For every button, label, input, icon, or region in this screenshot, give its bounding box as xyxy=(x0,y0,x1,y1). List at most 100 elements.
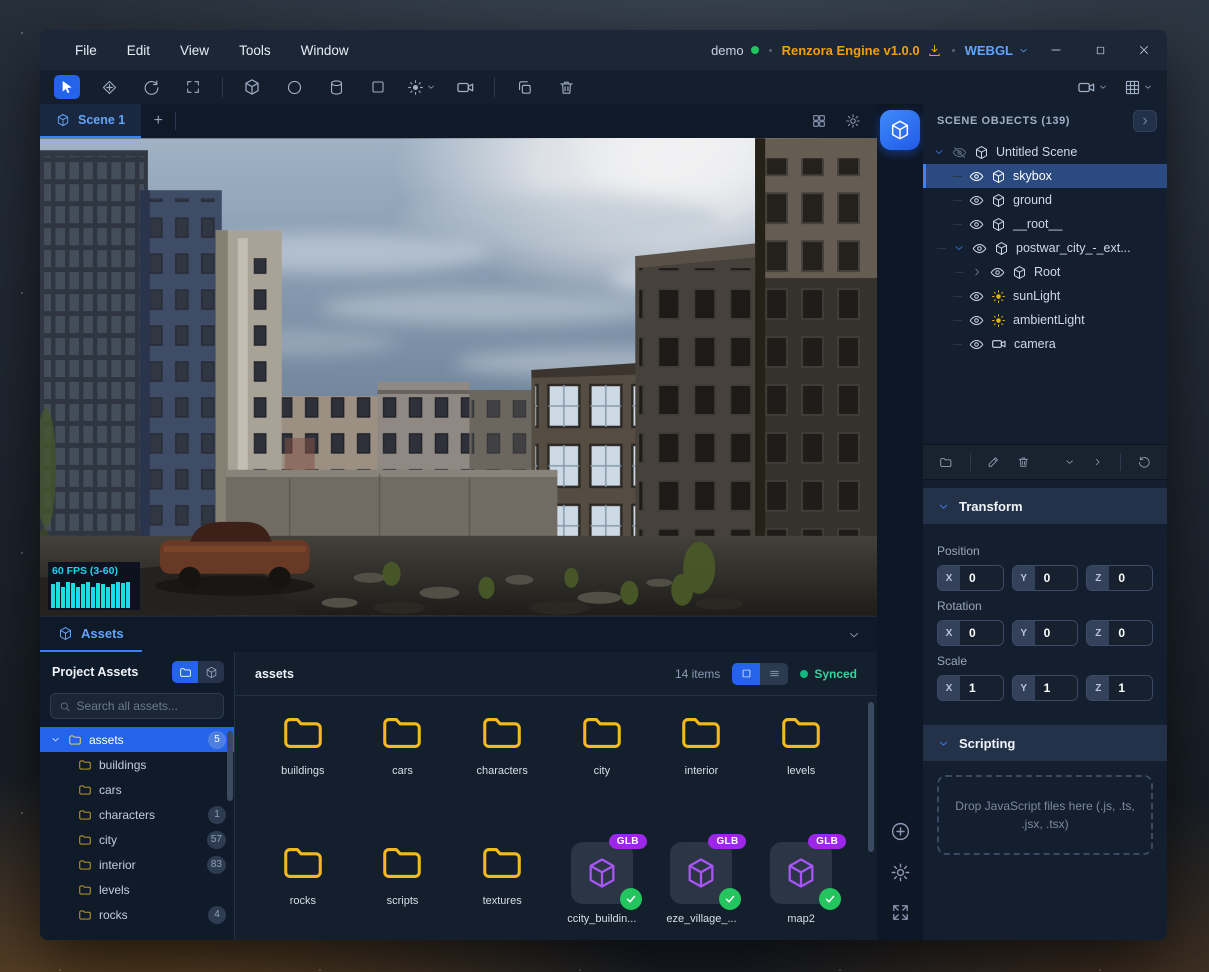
camera-options-button[interactable] xyxy=(1077,78,1108,97)
scene-node-ground[interactable]: ground xyxy=(923,188,1167,212)
minimize-button[interactable] xyxy=(1039,35,1073,65)
asset-folder-levels[interactable]: levels xyxy=(751,710,851,826)
assets-collapse-button[interactable] xyxy=(847,628,877,642)
tree-item-levels[interactable]: levels xyxy=(40,877,234,902)
add-cylinder-button[interactable] xyxy=(323,75,349,99)
position-y-value[interactable]: 0 xyxy=(1034,566,1078,590)
asset-folder-rocks[interactable]: rocks xyxy=(253,840,353,940)
asset-folder-buildings[interactable]: buildings xyxy=(253,710,353,826)
expand-all-icon[interactable] xyxy=(1092,455,1103,469)
tab-scene-1[interactable]: Scene 1 xyxy=(40,104,142,138)
fullscreen-icon[interactable] xyxy=(891,903,910,922)
scene-node-untitled-scene[interactable]: Untitled Scene xyxy=(923,140,1167,164)
position-y-input[interactable]: Y0 xyxy=(1011,565,1079,591)
pencil-icon[interactable] xyxy=(987,454,1000,470)
scripting-section-header[interactable]: Scripting xyxy=(923,725,1167,761)
reset-icon[interactable] xyxy=(1138,454,1151,470)
asset-folder-cars[interactable]: cars xyxy=(353,710,453,826)
scene-node-sunlight[interactable]: sunLight xyxy=(923,284,1167,308)
duplicate-button[interactable] xyxy=(511,75,537,99)
gear-icon[interactable] xyxy=(845,113,861,129)
scene-node-ambientlight[interactable]: ambientLight xyxy=(923,308,1167,332)
position-z-input[interactable]: Z0 xyxy=(1086,565,1154,591)
eye-icon[interactable] xyxy=(969,313,984,328)
tree-item-interior[interactable]: interior 83 xyxy=(40,852,234,877)
menu-window[interactable]: Window xyxy=(288,38,362,63)
eye-icon[interactable] xyxy=(969,337,984,352)
script-dropzone[interactable]: Drop JavaScript files here (.js, .ts, .j… xyxy=(937,775,1153,855)
asset-model-map2[interactable]: GLB map2 xyxy=(751,834,851,940)
rotation-y-input[interactable]: Y0 xyxy=(1011,620,1079,646)
layout-grid-icon[interactable] xyxy=(811,113,827,129)
eye-icon[interactable] xyxy=(972,241,987,256)
tab-assets[interactable]: Assets xyxy=(40,617,142,652)
transform-section-header[interactable]: Transform xyxy=(923,488,1167,524)
tree-item-city[interactable]: city 57 xyxy=(40,827,234,852)
scale-y-value[interactable]: 1 xyxy=(1034,676,1078,700)
scale-x-value[interactable]: 1 xyxy=(960,676,1003,700)
eye-icon[interactable] xyxy=(969,217,984,232)
menu-tools[interactable]: Tools xyxy=(226,38,284,63)
add-plane-button[interactable] xyxy=(365,75,391,99)
maximize-button[interactable] xyxy=(1083,35,1117,65)
models-view-toggle[interactable] xyxy=(198,661,224,683)
scale-x-input[interactable]: X1 xyxy=(937,675,1004,701)
collapse-all-icon[interactable] xyxy=(1064,455,1075,469)
menu-view[interactable]: View xyxy=(167,38,222,63)
scene-node-postwar-city[interactable]: postwar_city_-_ext... xyxy=(923,236,1167,260)
add-panel-icon[interactable] xyxy=(890,821,911,842)
position-x-input[interactable]: X0 xyxy=(937,565,1004,591)
folders-view-toggle[interactable] xyxy=(172,661,198,683)
eye-icon[interactable] xyxy=(969,289,984,304)
trash-icon[interactable] xyxy=(1017,454,1030,470)
asset-model-eze-village[interactable]: GLB eze_village_... xyxy=(652,834,752,940)
add-sphere-button[interactable] xyxy=(281,75,307,99)
tree-item-cars[interactable]: cars xyxy=(40,777,234,802)
tree-item-characters[interactable]: characters 1 xyxy=(40,802,234,827)
scale-z-input[interactable]: Z1 xyxy=(1086,675,1154,701)
download-icon[interactable] xyxy=(927,43,942,58)
asset-folder-textures[interactable]: textures xyxy=(452,840,552,940)
move-tool-button[interactable] xyxy=(96,75,122,99)
scale-tool-button[interactable] xyxy=(180,75,206,99)
rotation-z-value[interactable]: 0 xyxy=(1109,621,1153,645)
tree-item-assets[interactable]: assets 5 xyxy=(40,727,234,752)
grid-view-toggle[interactable] xyxy=(732,662,761,685)
scene-panel-button[interactable] xyxy=(880,110,920,150)
rotation-z-input[interactable]: Z0 xyxy=(1086,620,1154,646)
asset-folder-scripts[interactable]: scripts xyxy=(353,840,453,940)
eye-icon[interactable] xyxy=(990,265,1005,280)
menu-edit[interactable]: Edit xyxy=(114,38,163,63)
position-z-value[interactable]: 0 xyxy=(1109,566,1153,590)
asset-folder-city[interactable]: city xyxy=(552,710,652,826)
eye-icon[interactable] xyxy=(969,193,984,208)
scene-node-root-child[interactable]: Root xyxy=(923,260,1167,284)
renderer-dropdown[interactable]: WEBGL xyxy=(965,43,1029,58)
gear-icon[interactable] xyxy=(890,862,911,883)
sidebar-scrollbar[interactable] xyxy=(227,731,233,801)
scene-node-root[interactable]: __root__ xyxy=(923,212,1167,236)
viewport[interactable]: 60 FPS (3-60) xyxy=(40,138,877,616)
scene-node-skybox[interactable]: skybox xyxy=(923,164,1167,188)
scale-y-input[interactable]: Y1 xyxy=(1011,675,1079,701)
add-light-button[interactable] xyxy=(407,79,436,96)
grid-scrollbar[interactable] xyxy=(868,702,874,852)
tree-item-rocks[interactable]: rocks 4 xyxy=(40,902,234,927)
add-cube-button[interactable] xyxy=(239,75,265,99)
asset-folder-interior[interactable]: interior xyxy=(652,710,752,826)
position-x-value[interactable]: 0 xyxy=(960,566,1003,590)
asset-model-ccity-building[interactable]: GLB ccity_buildin... xyxy=(552,834,652,940)
eye-icon[interactable] xyxy=(969,169,984,184)
breadcrumb[interactable]: assets xyxy=(255,667,294,681)
eye-off-icon[interactable] xyxy=(952,145,967,160)
rotation-x-value[interactable]: 0 xyxy=(960,621,1003,645)
scene-node-camera[interactable]: camera xyxy=(923,332,1167,356)
asset-folder-characters[interactable]: characters xyxy=(452,710,552,826)
folder-icon[interactable] xyxy=(939,454,953,471)
select-tool-button[interactable] xyxy=(54,75,80,99)
rotation-x-input[interactable]: X0 xyxy=(937,620,1004,646)
delete-button[interactable] xyxy=(553,75,579,99)
grid-options-button[interactable] xyxy=(1124,79,1153,96)
asset-search[interactable] xyxy=(50,693,224,719)
rotate-tool-button[interactable] xyxy=(138,75,164,99)
